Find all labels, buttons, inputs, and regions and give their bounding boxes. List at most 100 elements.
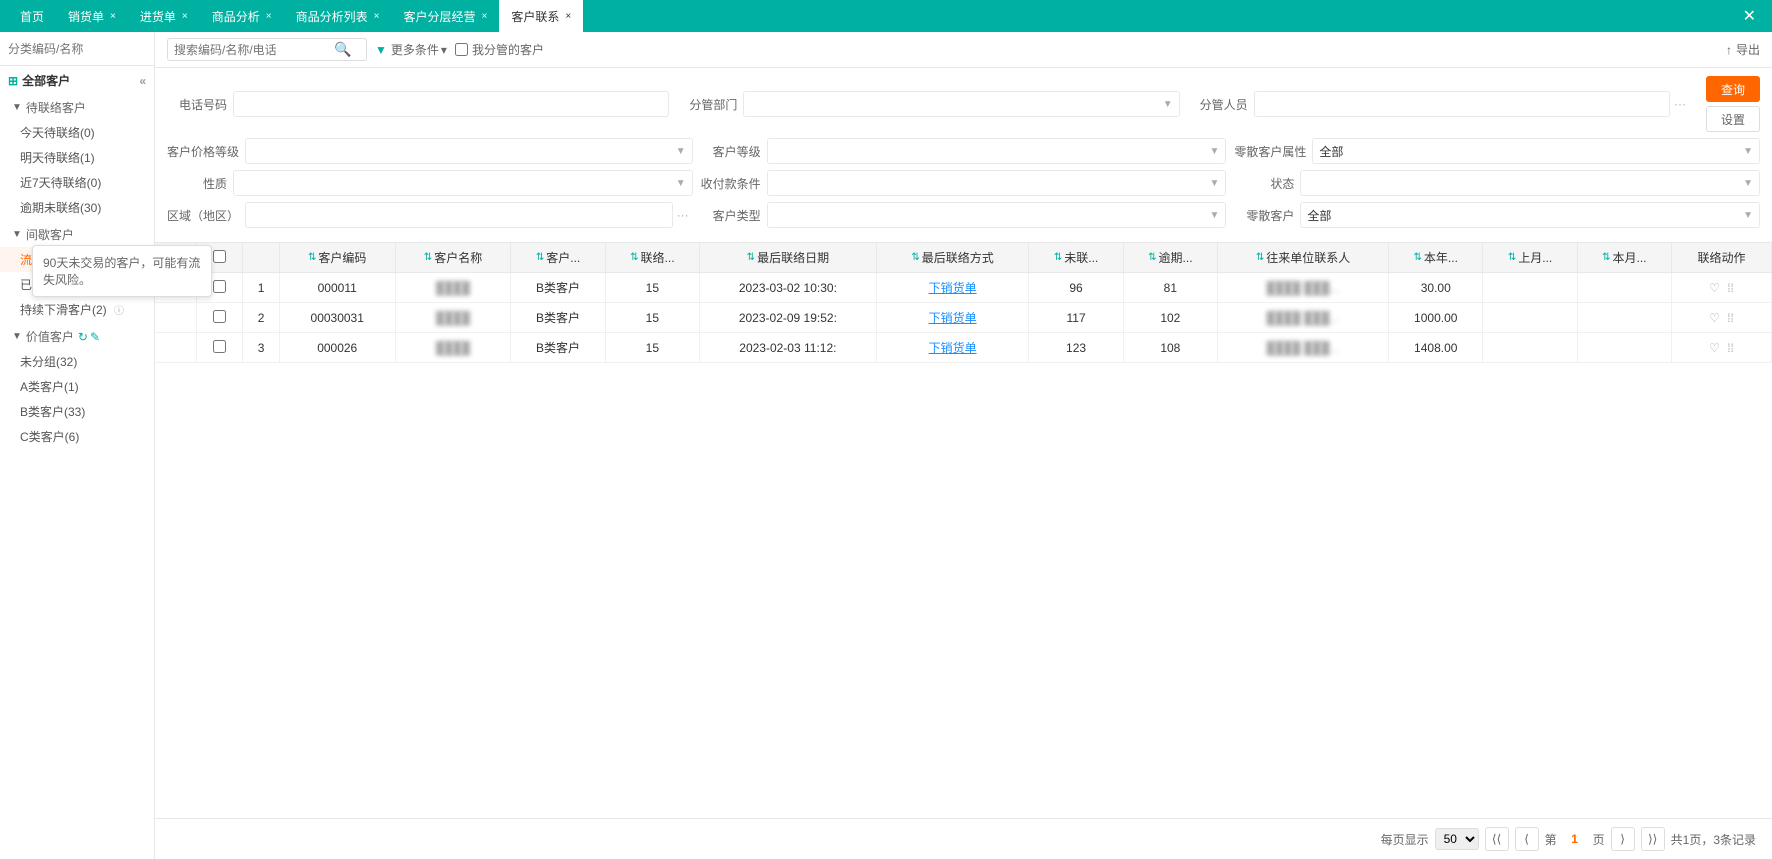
person-dots[interactable]: ··· (1670, 97, 1690, 111)
sort-icon-unit-contact: ⇅ (1256, 252, 1264, 263)
export-button[interactable]: ↑ 导出 (1726, 41, 1760, 58)
toolbar-search-input[interactable] (174, 43, 334, 57)
sidebar-item-class-b[interactable]: B类客户(33) (0, 399, 154, 424)
th-last-month[interactable]: ⇅上月... (1483, 243, 1577, 273)
sidebar-group-intermittent-label[interactable]: ▼ 间歇客户 (0, 222, 154, 247)
cell-code: 00030031 (279, 303, 395, 333)
row-checkbox-1[interactable] (213, 310, 226, 323)
sidebar-item-today[interactable]: 今天待联络(0) (0, 120, 154, 145)
cell-checkbox[interactable] (197, 303, 243, 333)
cell-last-method[interactable]: 下销货单 (876, 333, 1029, 363)
cell-last-method[interactable]: 下销货单 (876, 303, 1029, 333)
th-overdue[interactable]: ⇅逾期... (1123, 243, 1217, 273)
sidebar-item-7days[interactable]: 近7天待联络(0) (0, 170, 154, 195)
action-icon-1[interactable]: ♡ (1709, 281, 1720, 295)
sidebar-group-value-label[interactable]: ▼ 价值客户 ↻ ✎ (0, 324, 154, 349)
cell-action-buttons[interactable]: ♡ ⁞⁞ (1671, 273, 1771, 303)
zero-attr-select[interactable]: 全部 ▼ (1312, 138, 1760, 164)
filter-payment: 收付款条件 ▼ (701, 170, 1227, 196)
payment-select[interactable]: ▼ (767, 170, 1227, 196)
cell-name: ████ (395, 273, 511, 303)
edit-icon[interactable]: ✎ (90, 330, 100, 344)
row-checkbox-2[interactable] (213, 340, 226, 353)
dept-select[interactable]: ▼ (743, 91, 1179, 117)
th-contact[interactable]: ⇅联络... (605, 243, 699, 273)
toolbar-search-icon[interactable]: 🔍 (334, 41, 351, 58)
window-close-button[interactable]: ✕ (1735, 6, 1764, 26)
first-page-button[interactable]: ⟨⟨ (1485, 827, 1509, 851)
tab-close-customer-segment[interactable]: × (481, 11, 487, 22)
tab-close-product-analysis[interactable]: × (266, 11, 272, 22)
filter-nature: 性质 ▼ (167, 170, 693, 196)
action-icon-2[interactable]: ⁞⁞ (1727, 311, 1734, 325)
row-checkbox-0[interactable] (213, 280, 226, 293)
th-unit-contact[interactable]: ⇅往来单位联系人 (1218, 243, 1389, 273)
person-select[interactable] (1254, 91, 1670, 117)
action-icon-1[interactable]: ♡ (1709, 341, 1720, 355)
my-customer-checkbox[interactable] (455, 43, 468, 56)
tab-customer-contact[interactable]: 客户联系 × (499, 0, 583, 32)
filter-price-level: 客户价格等级 ▼ (167, 138, 693, 164)
sidebar-group-pending-label[interactable]: ▼ 待联络客户 (0, 95, 154, 120)
tab-customer-segment[interactable]: 客户分层经营 × (391, 0, 499, 32)
more-conditions-button[interactable]: ▼ 更多条件 ▾ (375, 41, 447, 58)
nature-select[interactable]: ▼ (233, 170, 693, 196)
customer-type-arrow: ▼ (1209, 210, 1219, 221)
filter-row-1: 电话号码 分管部门 ▼ 分管人员 ··· (167, 76, 1760, 132)
cell-last-method[interactable]: 下销货单 (876, 273, 1029, 303)
sidebar-item-declining[interactable]: 持续下滑客户(2) ⓘ (0, 297, 154, 322)
query-button[interactable]: 查询 (1706, 76, 1760, 102)
tab-sales-order[interactable]: 销货单 × (56, 0, 128, 32)
cell-action-buttons[interactable]: ♡ ⁞⁞ (1671, 333, 1771, 363)
tab-purchase-order[interactable]: 进货单 × (128, 0, 200, 32)
cell-name: ████ (395, 333, 511, 363)
sidebar-item-tomorrow[interactable]: 明天待联络(1) (0, 145, 154, 170)
status-select[interactable]: ▼ (1300, 170, 1760, 196)
th-level[interactable]: ⇅客户... (511, 243, 605, 273)
th-this-month[interactable]: ⇅本月... (1577, 243, 1671, 273)
select-all-checkbox[interactable] (213, 250, 226, 263)
last-page-button[interactable]: ⟩⟩ (1641, 827, 1665, 851)
th-name[interactable]: ⇅客户名称 (395, 243, 511, 273)
customer-level-select[interactable]: ▼ (767, 138, 1227, 164)
next-page-button[interactable]: ⟩ (1611, 827, 1635, 851)
sidebar-item-overdue-contact[interactable]: 逾期未联络(30) (0, 195, 154, 220)
region-dots[interactable]: ··· (673, 208, 693, 222)
phone-input[interactable] (233, 91, 669, 117)
cell-last-date: 2023-03-02 10:30: (700, 273, 877, 303)
customer-type-select[interactable]: ▼ (767, 202, 1227, 228)
zero-customer-select[interactable]: 全部 ▼ (1300, 202, 1760, 228)
prev-page-button[interactable]: ⟨ (1515, 827, 1539, 851)
tab-product-analysis-list[interactable]: 商品分析列表 × (284, 0, 392, 32)
th-code[interactable]: ⇅客户编码 (279, 243, 395, 273)
sidebar-item-ungrouped[interactable]: 未分组(32) (0, 349, 154, 374)
settings-button[interactable]: 设置 (1706, 106, 1760, 132)
cell-checkbox[interactable] (197, 333, 243, 363)
tab-product-analysis[interactable]: 商品分析 × (200, 0, 284, 32)
th-last-method[interactable]: ⇅最后联络方式 (876, 243, 1029, 273)
sidebar-item-class-a[interactable]: A类客户(1) (0, 374, 154, 399)
cell-action-buttons[interactable]: ♡ ⁞⁞ (1671, 303, 1771, 333)
cell-unit-contact: ████ ███... (1218, 333, 1389, 363)
filter-zero-attr: 零散客户属性 全部 ▼ (1234, 138, 1760, 164)
tab-home[interactable]: 首页 (8, 0, 56, 32)
tab-close-sales-order[interactable]: × (110, 11, 116, 22)
action-icon-1[interactable]: ♡ (1709, 311, 1720, 325)
sidebar-item-class-c[interactable]: C类客户(6) (0, 424, 154, 449)
my-customer-checkbox-container[interactable]: 我分管的客户 (455, 41, 544, 58)
per-page-select[interactable]: 50 (1435, 828, 1479, 850)
action-icon-2[interactable]: ⁞⁞ (1727, 281, 1734, 295)
region-select[interactable] (245, 202, 673, 228)
tab-close-purchase-order[interactable]: × (182, 11, 188, 22)
th-last-date[interactable]: ⇅最后联络日期 (700, 243, 877, 273)
action-icon-2[interactable]: ⁞⁞ (1727, 341, 1734, 355)
price-level-select[interactable]: ▼ (245, 138, 693, 164)
refresh-icon[interactable]: ↻ (78, 330, 88, 344)
sort-icon-last-method: ⇅ (911, 252, 919, 263)
sidebar-search-input[interactable] (8, 42, 155, 56)
tab-close-customer-contact[interactable]: × (565, 11, 571, 22)
tab-close-product-analysis-list[interactable]: × (374, 11, 380, 22)
sidebar-root[interactable]: ⊞ 全部客户 « (0, 66, 154, 95)
th-this-year[interactable]: ⇅本年... (1389, 243, 1483, 273)
th-no-contact[interactable]: ⇅未联... (1029, 243, 1123, 273)
